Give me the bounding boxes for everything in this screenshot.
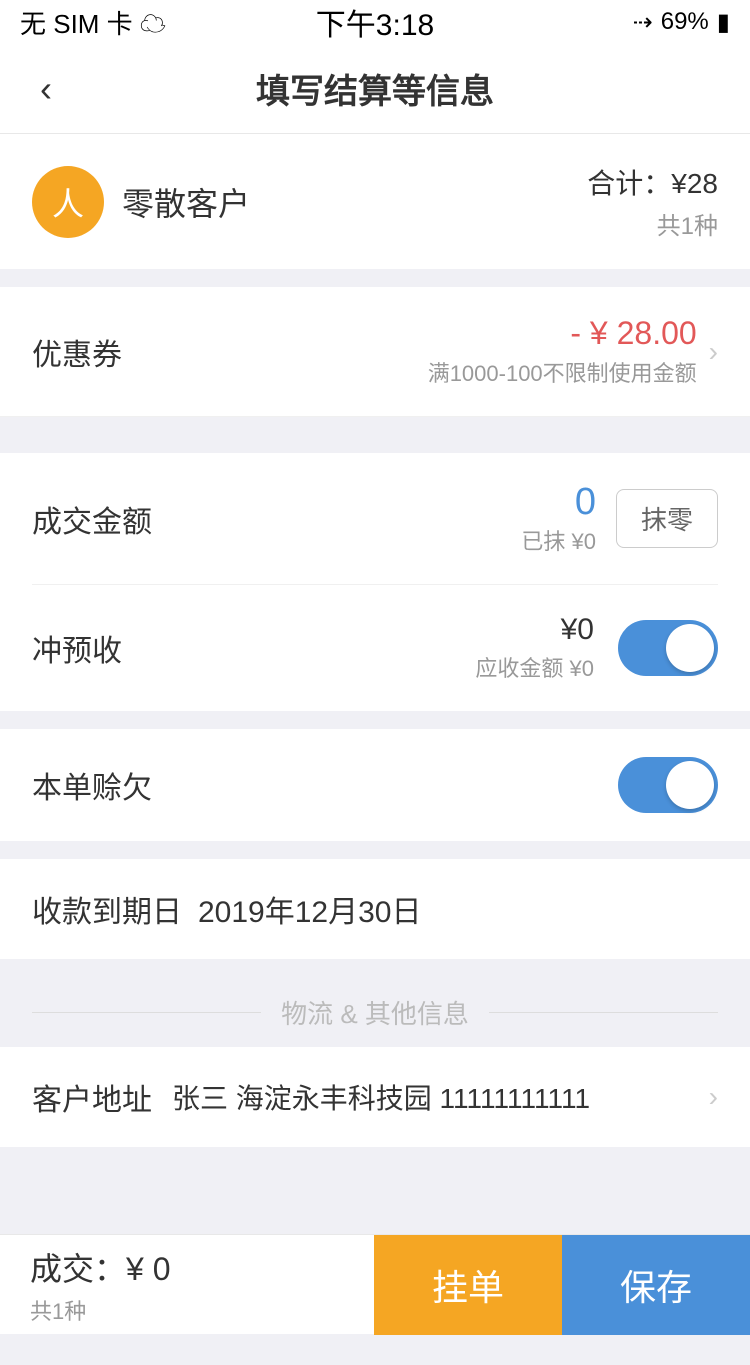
signal-text: 无 SIM 卡 ☁ [20, 4, 166, 41]
duedate-value: 2019年12月30日 [198, 887, 421, 931]
transaction-row: 成交金额 已抹 ¥0 抹零 [32, 453, 718, 585]
bottom-bar: 成交：¥ 0 共1种 挂单 保存 [0, 1234, 750, 1334]
avatar: 人 [32, 166, 104, 238]
round-zero-button[interactable]: 抹零 [616, 489, 718, 548]
page-title: 填写结算等信息 [256, 64, 494, 113]
battery-bar: ▮ [717, 8, 730, 37]
customer-count: 共1种 [587, 206, 718, 241]
prereceive-label: 冲预收 [32, 626, 122, 670]
customer-total: 合计：¥28 [587, 162, 718, 202]
prereceive-sub-amount: 应收金额 ¥0 [475, 651, 594, 683]
bottom-deal-text: 成交：¥ 0 [30, 1244, 344, 1290]
section-divider-2 [0, 711, 750, 729]
logistics-text: 物流 & 其他信息 [261, 994, 489, 1031]
back-button[interactable]: ‹ [30, 58, 62, 120]
coupon-info: - ¥ 28.00 满1000-100不限制使用金额 [428, 315, 697, 388]
bottom-info: 成交：¥ 0 共1种 [0, 1235, 374, 1334]
duedate-label: 收款到期日 [32, 887, 182, 931]
address-value: 张三 海淀永丰科技园 11111111111 [172, 1077, 709, 1117]
status-time: 下午3:18 [316, 0, 434, 44]
section-divider-1 [0, 435, 750, 453]
logistics-divider: 物流 & 其他信息 [0, 977, 750, 1047]
transaction-sub: 已抹 ¥0 [516, 524, 596, 556]
transaction-label: 成交金额 [32, 497, 152, 541]
duedate-section: 收款到期日 2019年12月30日 [0, 859, 750, 959]
debt-section: 本单赊欠 [0, 729, 750, 841]
save-button[interactable]: 保存 [562, 1235, 750, 1335]
transaction-section: 成交金额 已抹 ¥0 抹零 冲预收 ¥0 应收金额 ¥0 [0, 453, 750, 711]
battery-icon: ⇢ [633, 8, 653, 37]
address-chevron-icon: › [709, 1081, 718, 1113]
prereceive-right: ¥0 应收金额 ¥0 [475, 613, 718, 683]
prereceive-toggle[interactable] [618, 620, 718, 676]
main-content: 人 零散客户 合计：¥28 共1种 优惠券 - ¥ 28.00 满1000-10… [0, 134, 750, 1365]
customer-left: 人 零散客户 [32, 166, 250, 238]
bottom-deal-amount: ¥ 0 [126, 1251, 170, 1287]
address-section[interactable]: 客户地址 张三 海淀永丰科技园 11111111111 › [0, 1047, 750, 1147]
duedate-row: 收款到期日 2019年12月30日 [32, 887, 718, 931]
status-left: 无 SIM 卡 ☁ [20, 4, 166, 41]
transaction-amount-input[interactable] [516, 481, 596, 524]
hang-button[interactable]: 挂单 [374, 1235, 562, 1335]
debt-label: 本单赊欠 [32, 763, 152, 807]
customer-right: 合计：¥28 共1种 [587, 162, 718, 241]
bottom-count: 共1种 [30, 1294, 344, 1326]
prereceive-amounts: ¥0 应收金额 ¥0 [475, 613, 594, 683]
bottom-deal-label: 成交： [30, 1251, 126, 1287]
coupon-chevron-icon: › [709, 336, 718, 368]
status-bar: 无 SIM 卡 ☁ 下午3:18 ⇢ 69% ▮ [0, 0, 750, 44]
status-right: ⇢ 69% ▮ [633, 8, 730, 37]
customer-row: 人 零散客户 合计：¥28 共1种 [0, 134, 750, 269]
coupon-row[interactable]: 优惠券 - ¥ 28.00 满1000-100不限制使用金额 › [0, 287, 750, 417]
coupon-label: 优惠券 [32, 330, 122, 374]
coupon-desc: 满1000-100不限制使用金额 [428, 356, 697, 388]
prereceive-main-amount: ¥0 [475, 613, 594, 647]
coupon-right: - ¥ 28.00 满1000-100不限制使用金额 › [428, 315, 718, 388]
customer-name: 零散客户 [122, 179, 250, 225]
coupon-amount: - ¥ 28.00 [428, 315, 697, 352]
debt-toggle[interactable] [618, 757, 718, 813]
battery-text: 69% [661, 8, 709, 36]
transaction-right: 已抹 ¥0 抹零 [516, 481, 718, 556]
nav-bar: ‹ 填写结算等信息 [0, 44, 750, 134]
prereceive-row: 冲预收 ¥0 应收金额 ¥0 [32, 585, 718, 711]
address-label: 客户地址 [32, 1075, 152, 1119]
